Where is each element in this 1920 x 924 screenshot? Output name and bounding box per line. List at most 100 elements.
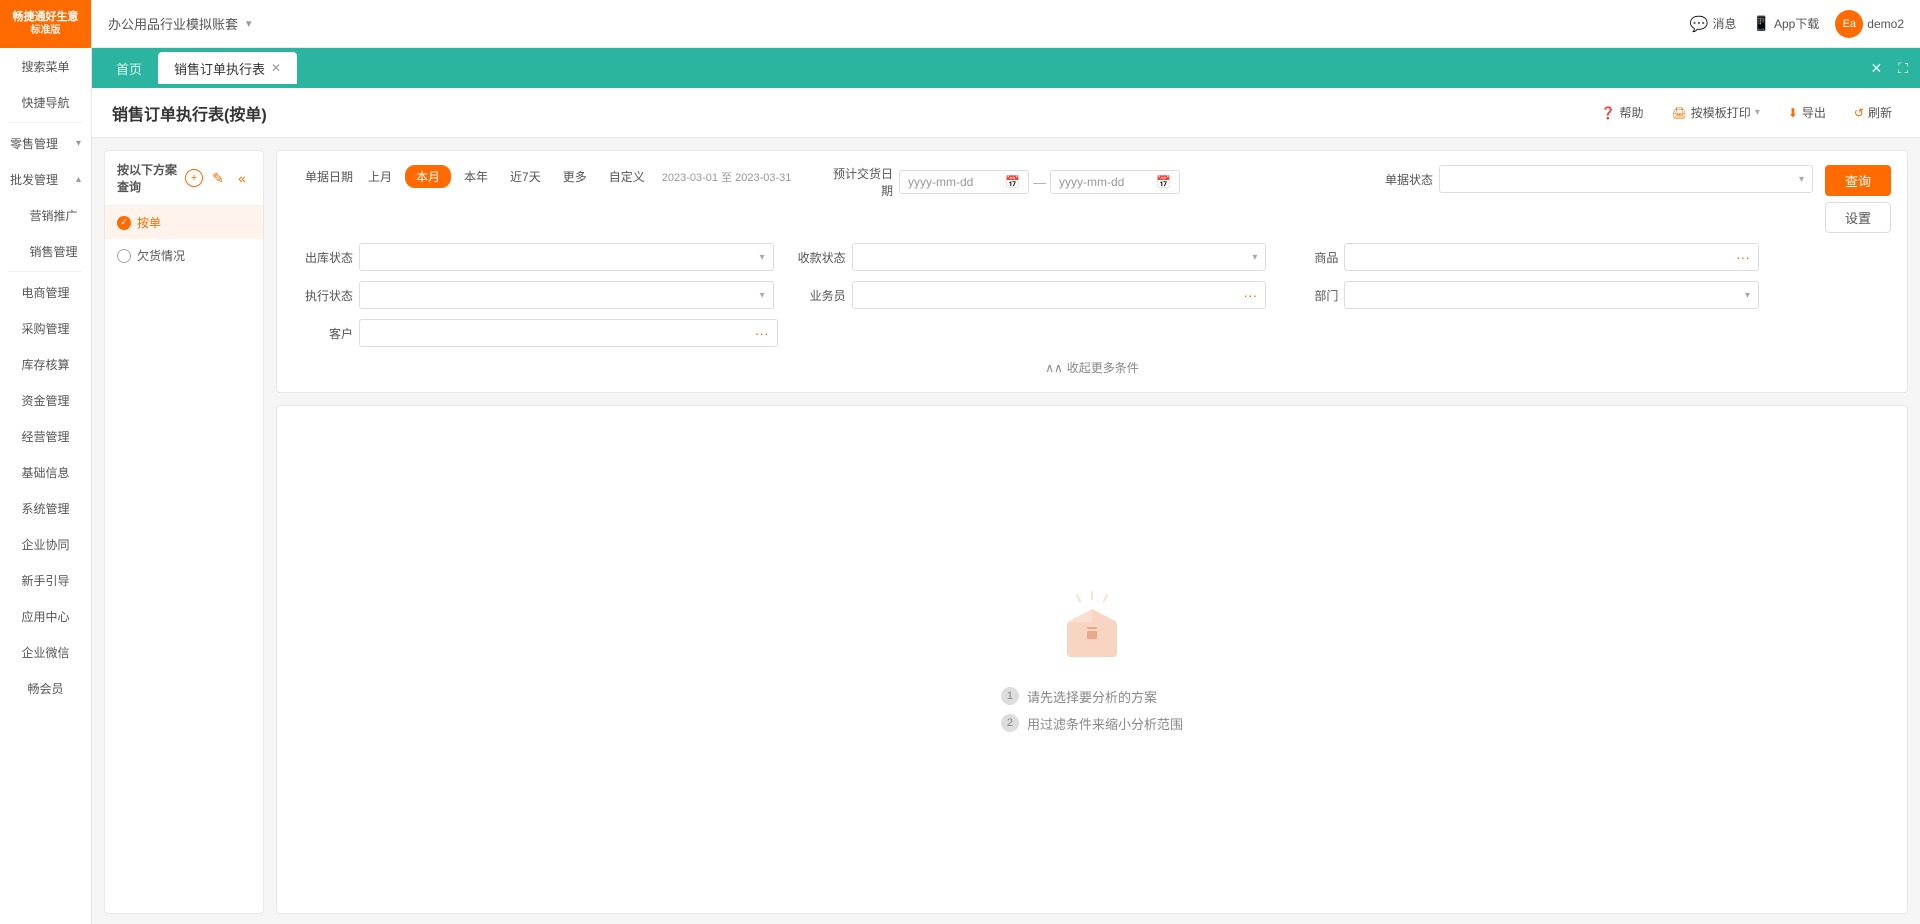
sidebar-item-member[interactable]: 畅会员 <box>0 670 91 706</box>
sidebar-item-wholesale-mgmt[interactable]: 批发管理 ▴ <box>0 161 91 197</box>
refresh-label: 刷新 <box>1868 104 1892 121</box>
plan-item-order[interactable]: ✓ 按单 <box>105 206 263 239</box>
sidebar-divider-2 <box>8 271 83 272</box>
sidebar-item-inventory[interactable]: 库存核算 <box>0 346 91 382</box>
dept-select[interactable]: ▾ <box>1344 281 1759 309</box>
main-content: 办公用品行业模拟账套 ▾ 💬 消息 📱 App下载 Ea demo2 首页 <box>92 0 1920 924</box>
retail-arrow-icon: ▾ <box>76 138 81 149</box>
goods-label: 商品 <box>1278 249 1338 266</box>
edit-plan-button[interactable]: ✎ <box>209 169 227 187</box>
sidebar-item-guide-label: 新手引导 <box>21 572 69 589</box>
sidebar-item-operations[interactable]: 经营管理 <box>0 418 91 454</box>
expected-date-label: 预计交货日期 <box>833 165 893 199</box>
edit-plan-icon: ✎ <box>212 170 224 187</box>
sidebar-item-inventory-label: 库存核算 <box>21 356 69 373</box>
step-1-text: 请先选择要分析的方案 <box>1027 687 1157 706</box>
tab-home[interactable]: 首页 <box>100 52 158 84</box>
sidebar-item-enterprise-label: 企业协同 <box>21 536 69 553</box>
tab-sales-order[interactable]: 销售订单执行表 ✕ <box>158 52 297 84</box>
template-print-button[interactable]: 🖨 按模板打印 ▾ <box>1664 100 1768 125</box>
collection-status-label: 收款状态 <box>786 249 846 266</box>
date-btn-more[interactable]: 更多 <box>554 165 596 188</box>
date-btn-last-month[interactable]: 上月 <box>359 165 401 188</box>
empty-illustration <box>1042 587 1142 667</box>
tab-home-label: 首页 <box>116 59 142 78</box>
help-button[interactable]: ❓ 帮助 <box>1593 100 1652 125</box>
status-select[interactable]: ▾ <box>1439 165 1813 193</box>
query-button[interactable]: 查询 <box>1825 165 1891 196</box>
delivery-status-label: 出库状态 <box>293 249 353 266</box>
sidebar-item-purchase[interactable]: 采购管理 <box>0 310 91 346</box>
sidebar-item-search-menu[interactable]: 搜索菜单 <box>0 48 91 84</box>
sidebar-item-corp-wechat[interactable]: 企业微信 <box>0 634 91 670</box>
sidebar-item-wholesale-label: 批发管理 <box>10 171 58 188</box>
collapse-bar[interactable]: ∧∧ 收起更多条件 <box>293 353 1891 378</box>
date-range-text: 2023-03-01 至 2023-03-31 <box>662 169 792 185</box>
collection-arrow-icon: ▾ <box>1252 252 1257 263</box>
filter-actions: 查询 设置 <box>1825 165 1891 233</box>
app-download-button[interactable]: 📱 App下载 <box>1753 15 1820 32</box>
sidebar-item-member-label: 畅会员 <box>27 680 63 697</box>
sidebar-item-ecommerce[interactable]: 电商管理 <box>0 274 91 310</box>
collection-status-select[interactable]: ▾ <box>852 243 1267 271</box>
sidebar: 畅捷通好生意 标准版 搜索菜单 快捷导航 零售管理 ▾ 批发管理 ▴ 营销推广 … <box>0 0 92 924</box>
sidebar-item-retail-mgmt[interactable]: 零售管理 ▾ <box>0 125 91 161</box>
sidebar-item-finance-label: 资金管理 <box>21 392 69 409</box>
sidebar-item-sales-mgmt[interactable]: 销售管理 <box>0 233 91 269</box>
plan-active-dot: ✓ <box>117 216 131 230</box>
goods-input[interactable]: ··· <box>1344 243 1759 271</box>
expected-date-end[interactable]: yyyy-mm-dd 📅 <box>1050 170 1180 194</box>
date-btn-this-year[interactable]: 本年 <box>455 165 497 188</box>
execute-status-select[interactable]: ▾ <box>359 281 774 309</box>
salesperson-input[interactable]: ··· <box>852 281 1267 309</box>
date-btn-custom[interactable]: 自定义 <box>600 165 654 188</box>
delivery-status-select[interactable]: ▾ <box>359 243 774 271</box>
refresh-button[interactable]: ↺ 刷新 <box>1846 100 1900 125</box>
date-btn-last7days[interactable]: 近7天 <box>501 165 550 188</box>
print-dropdown-icon[interactable]: ▾ <box>1755 107 1760 118</box>
message-button[interactable]: 💬 消息 <box>1690 15 1737 33</box>
left-panel-icons: + ✎ « <box>185 169 251 187</box>
topbar-dropdown-icon[interactable]: ▾ <box>246 17 252 30</box>
expected-date-start[interactable]: yyyy-mm-dd 📅 <box>899 170 1029 194</box>
step-num-2: 2 <box>1001 714 1019 732</box>
add-plan-button[interactable]: + <box>185 169 203 187</box>
sidebar-item-finance[interactable]: 资金管理 <box>0 382 91 418</box>
tab-close-icon[interactable]: ✕ <box>271 62 281 74</box>
sidebar-item-marketing[interactable]: 营销推广 <box>0 197 91 233</box>
execute-arrow-icon: ▾ <box>760 290 765 301</box>
customer-label: 客户 <box>293 325 353 342</box>
customer-dots-icon[interactable]: ··· <box>755 325 769 341</box>
export-button[interactable]: ⬇ 导出 <box>1780 100 1834 125</box>
sidebar-item-quick-nav-label: 快捷导航 <box>21 94 69 111</box>
date-btn-this-month[interactable]: 本月 <box>405 165 451 188</box>
sidebar-item-basic-label: 基础信息 <box>21 464 69 481</box>
tab-fullscreen-icon[interactable]: ⛶ <box>1894 56 1912 81</box>
sidebar-item-system[interactable]: 系统管理 <box>0 490 91 526</box>
salesperson-dots-icon[interactable]: ··· <box>1243 287 1257 303</box>
sidebar-item-quick-nav[interactable]: 快捷导航 <box>0 84 91 120</box>
settings-button[interactable]: 设置 <box>1825 202 1891 233</box>
sidebar-item-ecommerce-label: 电商管理 <box>21 284 69 301</box>
empty-step-1: 1 请先选择要分析的方案 <box>1001 687 1183 706</box>
plan-item-debt[interactable]: 欠货情况 <box>105 239 263 272</box>
sidebar-item-app-center[interactable]: 应用中心 <box>0 598 91 634</box>
sidebar-item-basic-info[interactable]: 基础信息 <box>0 454 91 490</box>
refresh-icon: ↺ <box>1854 106 1864 120</box>
status-label: 单据状态 <box>1373 171 1433 188</box>
topbar-left: 办公用品行业模拟账套 ▾ <box>108 14 252 33</box>
sidebar-logo: 畅捷通好生意 标准版 <box>0 0 91 48</box>
page-header-actions: ❓ 帮助 🖨 按模板打印 ▾ ⬇ 导出 ↺ 刷新 <box>1593 100 1900 137</box>
sidebar-item-retail-label: 零售管理 <box>10 135 58 152</box>
customer-input[interactable]: ··· <box>359 319 778 347</box>
print-icon: 🖨 <box>1672 106 1687 120</box>
collapse-panel-button[interactable]: « <box>233 169 251 187</box>
salesperson-label: 业务员 <box>786 287 846 304</box>
sidebar-item-enterprise[interactable]: 企业协同 <box>0 526 91 562</box>
goods-dots-icon[interactable]: ··· <box>1736 249 1750 265</box>
export-label: 导出 <box>1802 104 1826 121</box>
user-menu[interactable]: Ea demo2 <box>1835 10 1904 38</box>
tab-close-all-icon[interactable]: ✕ <box>1866 56 1886 81</box>
sidebar-item-guide[interactable]: 新手引导 <box>0 562 91 598</box>
page-header: 销售订单执行表(按单) ❓ 帮助 🖨 按模板打印 ▾ ⬇ 导出 ↺ 刷新 <box>92 88 1920 138</box>
